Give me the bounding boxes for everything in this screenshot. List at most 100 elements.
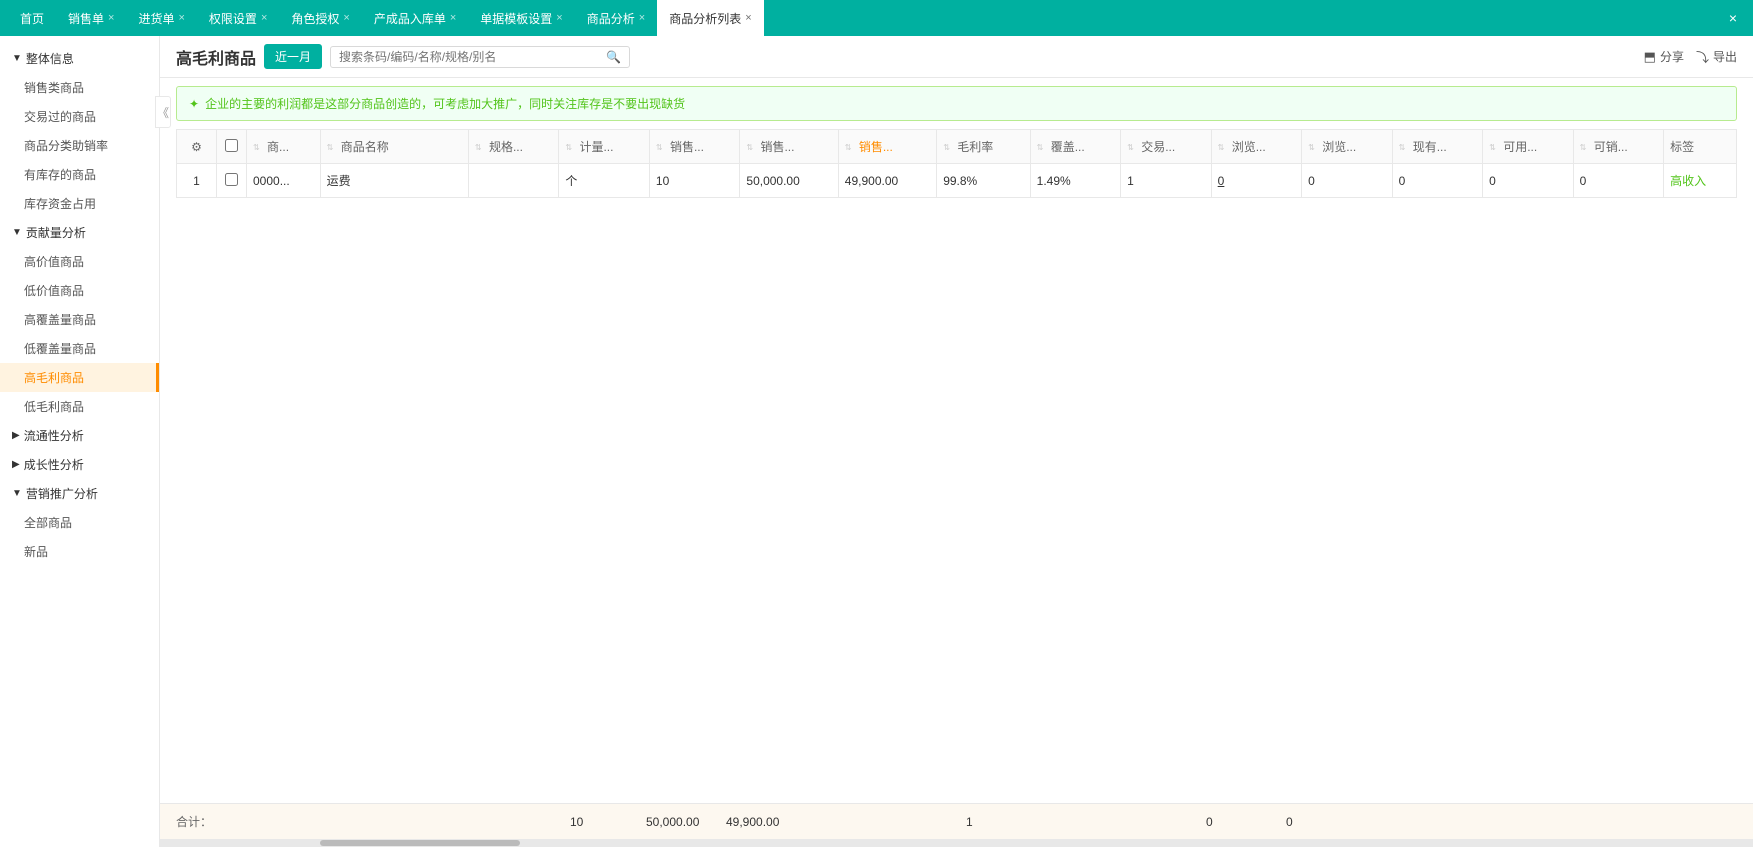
nav-close-sales[interactable]: × xyxy=(108,12,114,24)
sidebar-group-overall[interactable]: ▼ 整体信息 xyxy=(0,44,159,73)
col-transactions[interactable]: ⇅ 交易... xyxy=(1121,130,1212,164)
arrow-growth: ▶ xyxy=(12,459,20,470)
cell-tag: 高收入 xyxy=(1664,164,1737,198)
table-footer: 合计： 10 50,000.00 49,900.00 1 0 0 xyxy=(160,803,1753,839)
nav-close-product-analysis[interactable]: × xyxy=(639,12,645,24)
col-available[interactable]: ⇅ 可用... xyxy=(1483,130,1574,164)
cell-browse1[interactable]: 0 xyxy=(1211,164,1302,198)
cell-checkbox xyxy=(217,164,247,198)
sidebar-group-contribution[interactable]: ▼ 贡献量分析 xyxy=(0,218,159,247)
sidebar-collapse-btn[interactable]: 《 xyxy=(155,96,171,128)
col-name[interactable]: ⇅ 商品名称 xyxy=(320,130,468,164)
sidebar-item-low-value[interactable]: 低价值商品 xyxy=(0,276,159,305)
sidebar-item-high-value[interactable]: 高价值商品 xyxy=(0,247,159,276)
select-all-checkbox[interactable] xyxy=(225,139,238,152)
window-close-btn[interactable]: × xyxy=(1721,10,1745,26)
sort-icon-code: ⇅ xyxy=(253,143,260,152)
sidebar-item-high-margin[interactable]: 高毛利商品 xyxy=(0,363,159,392)
nav-close-role[interactable]: × xyxy=(343,12,349,24)
sort-icon-unit: ⇅ xyxy=(565,143,572,152)
col-sales3[interactable]: ⇅ 销售... xyxy=(838,130,936,164)
sidebar-item-new-goods[interactable]: 新品 xyxy=(0,537,159,566)
share-btn[interactable]: ⬒ 分享 xyxy=(1644,48,1684,65)
col-checkbox xyxy=(217,130,247,164)
sort-icon-coverage: ⇅ xyxy=(1037,143,1044,152)
cell-spec xyxy=(468,164,559,198)
top-nav: 首页 销售单 × 进货单 × 权限设置 × 角色授权 × 产成品入库单 × 单据… xyxy=(0,0,1753,36)
scrollbar-thumb[interactable] xyxy=(320,840,520,846)
cell-coverage: 1.49% xyxy=(1030,164,1121,198)
nav-purchase[interactable]: 进货单 × xyxy=(126,0,196,36)
nav-permission[interactable]: 权限设置 × xyxy=(197,0,279,36)
col-unit[interactable]: ⇅ 计量... xyxy=(559,130,650,164)
cell-available: 0 xyxy=(1483,164,1574,198)
arrow-contribution: ▼ xyxy=(12,227,22,238)
footer-sales1: 10 xyxy=(564,815,640,829)
sort-icon-browse1: ⇅ xyxy=(1218,143,1225,152)
sidebar-item-stock-capital[interactable]: 库存资金占用 xyxy=(0,189,159,218)
arrow-overall: ▼ xyxy=(12,53,22,64)
horizontal-scrollbar[interactable] xyxy=(160,839,1753,847)
sidebar-item-category-rate[interactable]: 商品分类助销率 xyxy=(0,131,159,160)
cell-current: 0 xyxy=(1392,164,1483,198)
nav-product-analysis[interactable]: 商品分析 × xyxy=(575,0,657,36)
sidebar-item-in-stock[interactable]: 有库存的商品 xyxy=(0,160,159,189)
sidebar-group-growth[interactable]: ▶ 成长性分析 xyxy=(0,450,159,479)
cell-sellable: 0 xyxy=(1573,164,1664,198)
col-browse1[interactable]: ⇅ 浏览... xyxy=(1211,130,1302,164)
nav-close-product-analysis-list[interactable]: × xyxy=(745,12,751,24)
col-browse2[interactable]: ⇅ 浏览... xyxy=(1302,130,1393,164)
col-sellable[interactable]: ⇅ 可销... xyxy=(1573,130,1664,164)
cell-gross-margin: 99.8% xyxy=(937,164,1030,198)
col-sales1[interactable]: ⇅ 销售... xyxy=(649,130,740,164)
col-current[interactable]: ⇅ 现有... xyxy=(1392,130,1483,164)
nav-close-product-stock[interactable]: × xyxy=(450,12,456,24)
col-sales2[interactable]: ⇅ 销售... xyxy=(740,130,838,164)
col-code[interactable]: ⇅ 商... xyxy=(247,130,321,164)
info-banner: ✦ 企业的主要的利润都是这部分商品创造的，可考虑加大推广，同时关注库存是不要出现… xyxy=(176,86,1737,121)
cell-browse2: 0 xyxy=(1302,164,1393,198)
nav-template[interactable]: 单据模板设置 × xyxy=(468,0,574,36)
col-spec[interactable]: ⇅ 规格... xyxy=(468,130,559,164)
sidebar-item-low-coverage[interactable]: 低覆盖量商品 xyxy=(0,334,159,363)
sort-icon-name: ⇅ xyxy=(327,143,334,152)
col-gross-margin[interactable]: ⇅ 毛利率 xyxy=(937,130,1030,164)
cell-code: 0000... xyxy=(247,164,321,198)
footer-transactions: 1 xyxy=(960,815,1040,829)
sidebar-item-all-goods[interactable]: 全部商品 xyxy=(0,508,159,537)
sort-icon-current: ⇅ xyxy=(1399,143,1406,152)
footer-gap3 xyxy=(1040,815,1120,829)
nav-role[interactable]: 角色授权 × xyxy=(279,0,361,36)
settings-icon[interactable]: ⚙ xyxy=(191,140,202,154)
sidebar-item-traded-goods[interactable]: 交易过的商品 xyxy=(0,102,159,131)
nav-product-stock[interactable]: 产成品入库单 × xyxy=(362,0,468,36)
sidebar-item-high-coverage[interactable]: 高覆盖量商品 xyxy=(0,305,159,334)
sidebar-item-sales-goods[interactable]: 销售类商品 xyxy=(0,73,159,102)
search-input[interactable] xyxy=(339,50,602,64)
cell-transactions: 1 xyxy=(1121,164,1212,198)
nav-product-analysis-list[interactable]: 商品分析列表 × xyxy=(657,0,763,36)
nav-close-template[interactable]: × xyxy=(556,12,562,24)
content-area: 高毛利商品 近一月 🔍 ⬒ 分享 ⤵ 导出 xyxy=(160,36,1753,847)
sidebar-group-circulation[interactable]: ▶ 流通性分析 xyxy=(0,421,159,450)
filter-recent-month-btn[interactable]: 近一月 xyxy=(264,44,322,69)
nav-close-purchase[interactable]: × xyxy=(178,12,184,24)
col-coverage[interactable]: ⇅ 覆盖... xyxy=(1030,130,1121,164)
export-btn[interactable]: ⤵ 导出 xyxy=(1696,47,1737,66)
search-icon[interactable]: 🔍 xyxy=(606,50,621,64)
row-checkbox[interactable] xyxy=(225,173,238,186)
sort-icon-gross-margin: ⇅ xyxy=(943,143,950,152)
header-actions: ⬒ 分享 ⤵ 导出 xyxy=(1644,47,1737,66)
page-title: 高毛利商品 xyxy=(176,45,256,69)
sort-icon-spec: ⇅ xyxy=(475,143,482,152)
search-box: 🔍 xyxy=(330,46,630,68)
cell-seq: 1 xyxy=(177,164,217,198)
sidebar-item-low-margin[interactable]: 低毛利商品 xyxy=(0,392,159,421)
nav-sales[interactable]: 销售单 × xyxy=(56,0,126,36)
sidebar-group-marketing[interactable]: ▼ 营销推广分析 xyxy=(0,479,159,508)
nav-home[interactable]: 首页 xyxy=(8,0,56,36)
nav-close-permission[interactable]: × xyxy=(261,12,267,24)
table-container[interactable]: ⚙ ⇅ 商... ⇅ 商品名称 xyxy=(160,129,1753,803)
cell-sales2: 50,000.00 xyxy=(740,164,838,198)
sidebar: ▼ 整体信息 销售类商品 交易过的商品 商品分类助销率 有库存的商品 库存资金占… xyxy=(0,36,160,847)
